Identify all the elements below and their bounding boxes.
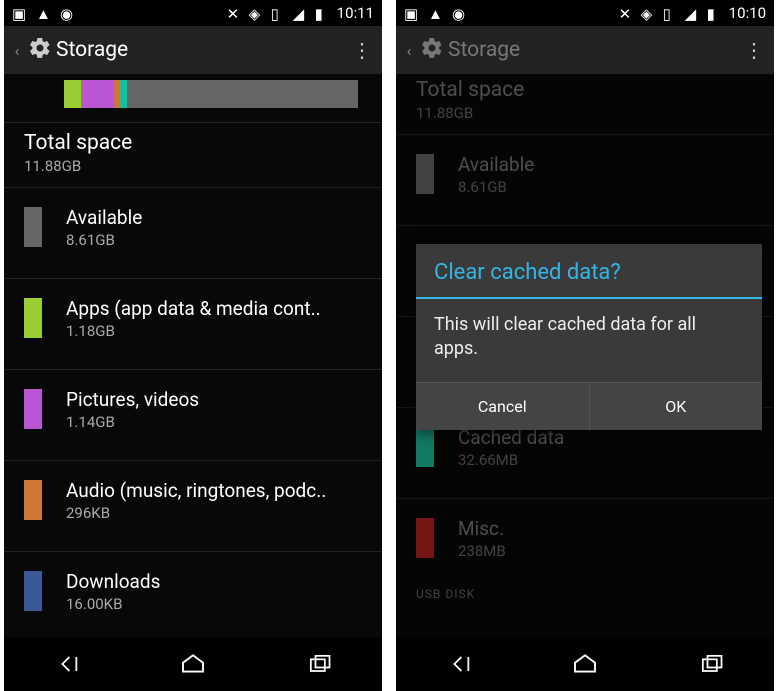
clear-cache-dialog: Clear cached data? This will clear cache… (416, 244, 762, 430)
vibrate-icon: ✕ (227, 5, 243, 21)
color-swatch (24, 207, 42, 247)
row-subtitle: 1.18GB (66, 322, 321, 340)
settings-icon (28, 36, 52, 64)
dialog-title: Clear cached data? (416, 244, 762, 297)
storage-bar-segment (81, 80, 114, 108)
nav-home-button[interactable] (130, 637, 256, 691)
total-space-value: 11.88GB (24, 157, 362, 175)
content: Total space 11.88GB Available 8.61GB Apps … (4, 74, 382, 637)
storage-row-apps[interactable]: Apps (app data & media cont.. 1.18GB (4, 279, 382, 357)
row-title: Apps (app data & media cont.. (66, 297, 321, 320)
battery-icon: ▮ (315, 5, 331, 21)
battery-icon: ▮ (707, 5, 723, 21)
sim-icon: ▯ (663, 5, 679, 21)
row-title: Audio (music, ringtones, podc.. (66, 479, 326, 502)
moto-icon: ◉ (452, 5, 468, 21)
row-subtitle: 16.00KB (66, 595, 160, 613)
cancel-button[interactable]: Cancel (416, 383, 589, 430)
wifi-icon: ◈ (641, 5, 657, 21)
picture-icon: ▣ (404, 5, 420, 21)
storage-row-downloads[interactable]: Downloads 16.00KB (4, 552, 382, 630)
nav-back-button[interactable] (4, 637, 130, 691)
warning-icon: ▲ (428, 5, 444, 21)
signal-icon: ◢ (685, 5, 701, 21)
storage-bar-segment (119, 80, 127, 108)
storage-row-audio[interactable]: Audio (music, ringtones, podc.. 296KB (4, 461, 382, 539)
overflow-menu-button[interactable]: ⋮ (740, 38, 768, 62)
action-bar: ‹ Storage ⋮ (396, 26, 774, 75)
moto-icon: ◉ (60, 5, 76, 21)
nav-bar (396, 637, 774, 691)
page-title: Storage (56, 38, 348, 62)
clock: 10:11 (337, 4, 374, 22)
status-bar: ▣ ▲ ◉ ✕ ◈ ▯ ◢ ▮ 10:11 (4, 0, 382, 26)
row-title: Available (66, 206, 142, 229)
back-button[interactable]: ‹ (10, 26, 24, 74)
storage-bar-segment (127, 80, 358, 108)
vibrate-icon: ✕ (619, 5, 635, 21)
nav-bar (4, 637, 382, 691)
page-title: Storage (448, 38, 740, 62)
sim-icon: ▯ (271, 5, 287, 21)
phone-right: ▣ ▲ ◉ ✕ ◈ ▯ ◢ ▮ 10:10 ‹ Storage ⋮ Total … (396, 0, 774, 691)
row-title: Downloads (66, 570, 160, 593)
row-subtitle: 8.61GB (66, 231, 142, 249)
storage-row-available[interactable]: Available 8.61GB (4, 188, 382, 266)
wifi-icon: ◈ (249, 5, 265, 21)
storage-usage-bar (64, 80, 358, 108)
overflow-menu-button[interactable]: ⋮ (348, 38, 376, 62)
color-swatch (24, 571, 42, 611)
nav-home-button[interactable] (522, 637, 648, 691)
color-swatch (24, 389, 42, 429)
total-space-header: Total space 11.88GB (4, 131, 382, 175)
warning-icon: ▲ (36, 5, 52, 21)
settings-icon (420, 36, 444, 64)
storage-row-pictures[interactable]: Pictures, videos 1.14GB (4, 370, 382, 448)
row-title: Pictures, videos (66, 388, 199, 411)
nav-back-button[interactable] (396, 637, 522, 691)
ok-button[interactable]: OK (589, 383, 763, 430)
status-bar: ▣ ▲ ◉ ✕ ◈ ▯ ◢ ▮ 10:10 (396, 0, 774, 26)
nav-recent-button[interactable] (648, 637, 774, 691)
back-button[interactable]: ‹ (402, 26, 416, 74)
color-swatch (24, 480, 42, 520)
total-space-label: Total space (24, 131, 362, 155)
row-subtitle: 1.14GB (66, 413, 199, 431)
storage-bar-segment (64, 80, 81, 108)
signal-icon: ◢ (293, 5, 309, 21)
dialog-body: This will clear cached data for all apps… (416, 299, 762, 382)
phone-left: ▣ ▲ ◉ ✕ ◈ ▯ ◢ ▮ 10:11 ‹ Storage ⋮ Total … (4, 0, 382, 691)
row-subtitle: 296KB (66, 504, 326, 522)
color-swatch (24, 298, 42, 338)
picture-icon: ▣ (12, 5, 28, 21)
clock: 10:10 (729, 4, 766, 22)
nav-recent-button[interactable] (256, 637, 382, 691)
action-bar: ‹ Storage ⋮ (4, 26, 382, 75)
